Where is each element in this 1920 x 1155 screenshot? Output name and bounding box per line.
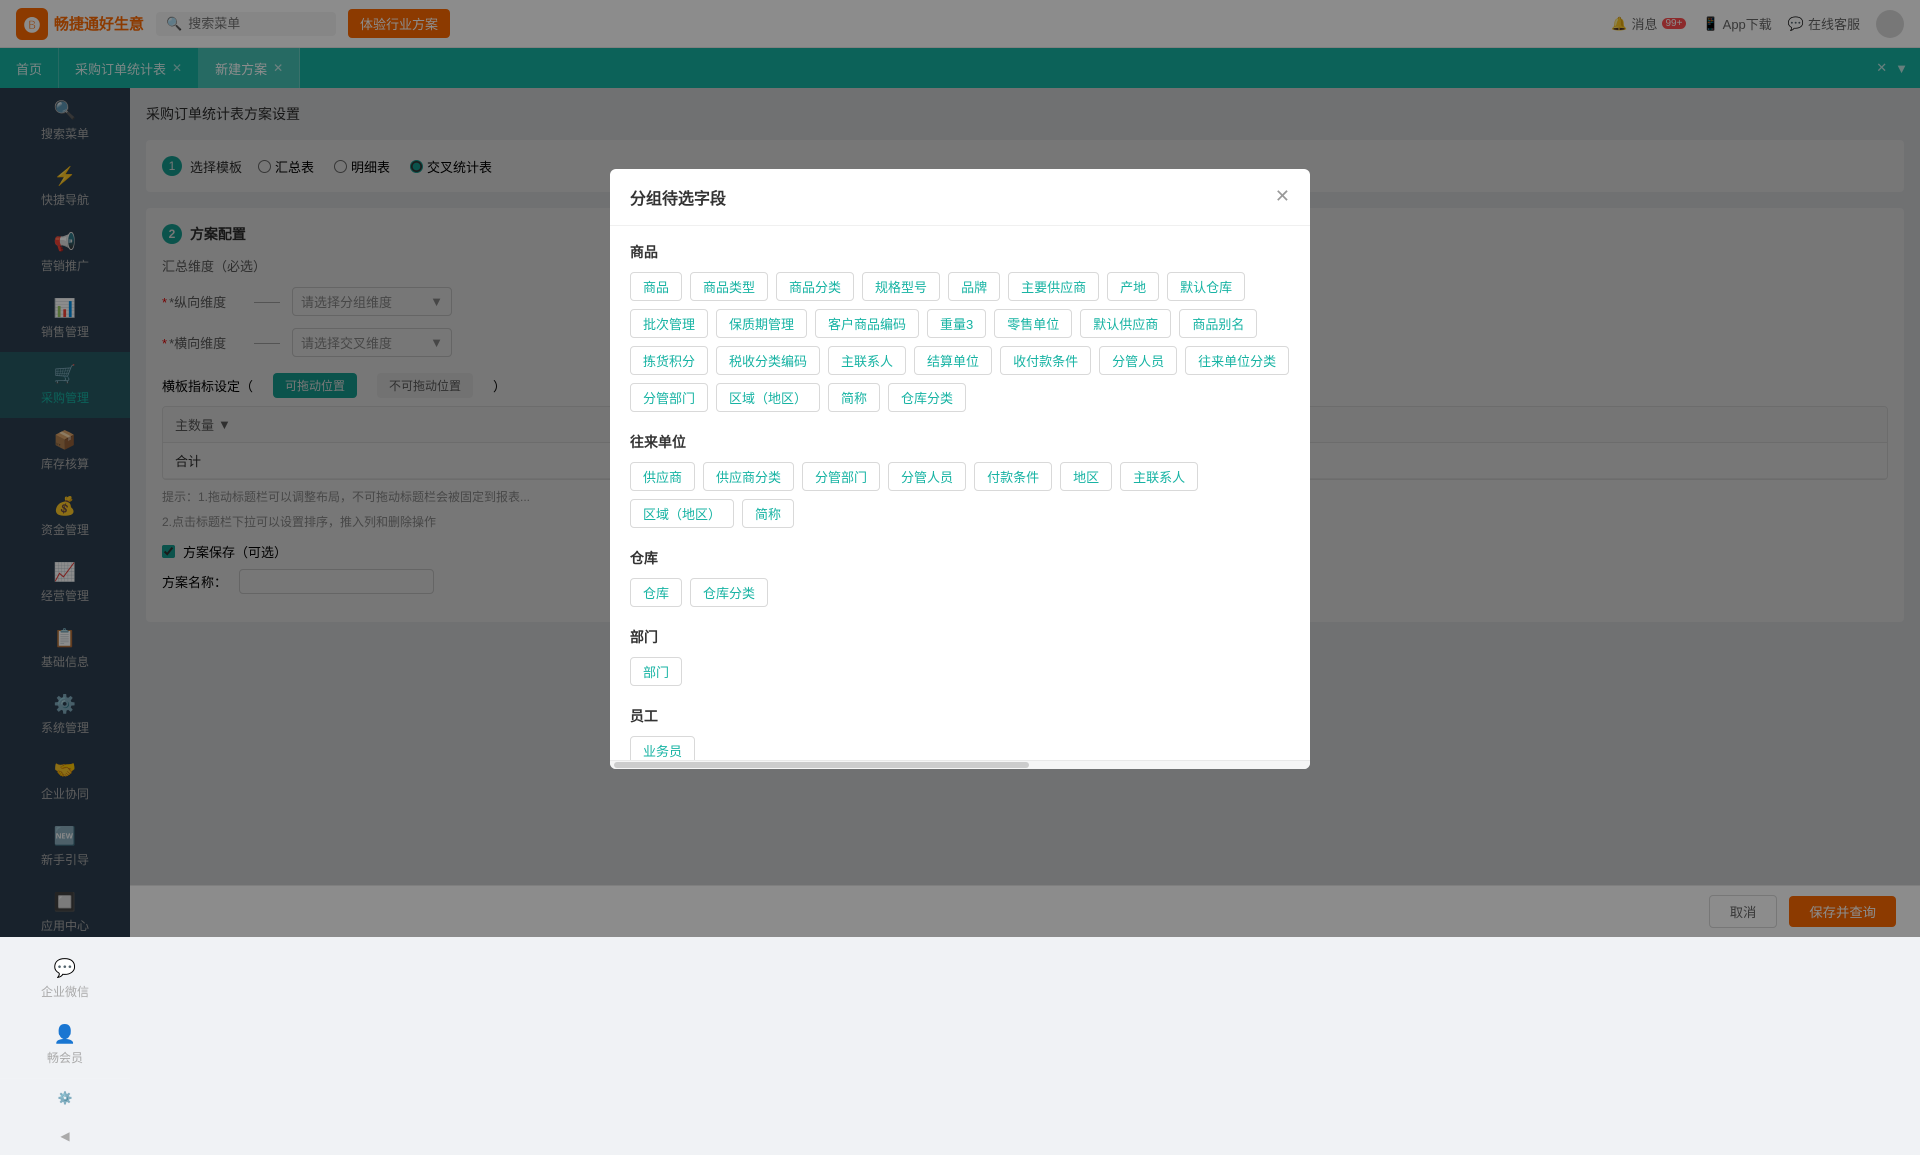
sidebar-collapse-btn[interactable]: ◀ (0, 1117, 130, 1155)
field-tag-0-23[interactable]: 区域（地区） (716, 383, 820, 412)
field-group-3: 部门部门 (630, 627, 1290, 686)
field-tag-0-19[interactable]: 收付款条件 (1000, 346, 1091, 375)
field-tag-2-1[interactable]: 仓库分类 (690, 578, 768, 607)
modal: 分组待选字段 ✕ 商品商品商品类型商品分类规格型号品牌主要供应商产地默认仓库批次… (610, 169, 1310, 769)
field-tags-1: 供应商供应商分类分管部门分管人员付款条件地区主联系人区域（地区） 简称 (630, 462, 1290, 528)
field-group-0: 商品商品商品类型商品分类规格型号品牌主要供应商产地默认仓库批次管理保质期管理客户… (630, 242, 1290, 412)
field-tag-0-5[interactable]: 主要供应商 (1008, 272, 1099, 301)
field-group-title-0: 商品 (630, 242, 1290, 262)
field-tag-1-7[interactable]: 区域（地区） (630, 499, 734, 528)
sidebar-item-wechat-label: 企业微信 (41, 983, 89, 1000)
field-tag-0-11[interactable]: 重量3 (927, 309, 986, 338)
field-group-title-3: 部门 (630, 627, 1290, 647)
field-tag-0-14[interactable]: 商品别名 (1179, 309, 1257, 338)
field-group-1: 往来单位供应商供应商分类分管部门分管人员付款条件地区主联系人区域（地区） 简称 (630, 432, 1290, 528)
field-tag-0-8[interactable]: 批次管理 (630, 309, 708, 338)
field-tag-1-1[interactable]: 供应商分类 (703, 462, 794, 491)
field-group-4: 员工业务员 (630, 706, 1290, 761)
field-tag-0-16[interactable]: 税收分类编码 (716, 346, 820, 375)
field-tag-0-20[interactable]: 分管人员 (1099, 346, 1177, 375)
wechat-icon: 💬 (54, 958, 76, 979)
field-tag-1-6[interactable]: 主联系人 (1120, 462, 1198, 491)
field-tag-1-5[interactable]: 地区 (1060, 462, 1112, 491)
field-tags-0: 商品商品类型商品分类规格型号品牌主要供应商产地默认仓库批次管理保质期管理客户商品… (630, 272, 1290, 412)
field-tag-0-4[interactable]: 品牌 (948, 272, 1000, 301)
field-tags-2: 仓库仓库分类 (630, 578, 1290, 607)
field-tag-1-0[interactable]: 供应商 (630, 462, 695, 491)
modal-header: 分组待选字段 ✕ (610, 169, 1310, 226)
modal-horizontal-scrollbar[interactable] (610, 760, 1310, 768)
modal-title: 分组待选字段 (630, 185, 726, 209)
field-tag-3-0[interactable]: 部门 (630, 657, 682, 686)
field-tag-0-21[interactable]: 往来单位分类 (1185, 346, 1289, 375)
field-tags-3: 部门 (630, 657, 1290, 686)
field-tag-0-12[interactable]: 零售单位 (994, 309, 1072, 338)
field-group-title-4: 员工 (630, 706, 1290, 726)
field-tag-0-18[interactable]: 结算单位 (914, 346, 992, 375)
field-tag-0-13[interactable]: 默认供应商 (1080, 309, 1171, 338)
sidebar-settings-btn[interactable]: ⚙️ (0, 1079, 130, 1117)
field-group-2: 仓库仓库仓库分类 (630, 548, 1290, 607)
field-tag-0-2[interactable]: 商品分类 (776, 272, 854, 301)
hscroll-thumb[interactable] (614, 762, 1029, 768)
field-tag-1-3[interactable]: 分管人员 (888, 462, 966, 491)
field-tag-1-2[interactable]: 分管部门 (802, 462, 880, 491)
field-tag-0-9[interactable]: 保质期管理 (716, 309, 807, 338)
field-tag-1-8[interactable]: 简称 (742, 499, 794, 528)
sidebar-bottom: ⚙️ ◀ (0, 1078, 130, 1155)
member-icon: 👤 (54, 1024, 76, 1045)
modal-overlay: 分组待选字段 ✕ 商品商品商品类型商品分类规格型号品牌主要供应商产地默认仓库批次… (0, 0, 1920, 937)
field-group-title-2: 仓库 (630, 548, 1290, 568)
field-tag-0-1[interactable]: 商品类型 (690, 272, 768, 301)
field-tag-0-17[interactable]: 主联系人 (828, 346, 906, 375)
field-tag-0-22[interactable]: 分管部门 (630, 383, 708, 412)
field-tag-0-6[interactable]: 产地 (1107, 272, 1159, 301)
field-tag-0-10[interactable]: 客户商品编码 (815, 309, 919, 338)
sidebar-item-member-label: 畅会员 (47, 1049, 83, 1066)
collapse-icon: ◀ (60, 1129, 69, 1143)
field-tag-0-25[interactable]: 仓库分类 (888, 383, 966, 412)
modal-body: 商品商品商品类型商品分类规格型号品牌主要供应商产地默认仓库批次管理保质期管理客户… (610, 226, 1310, 761)
field-tag-4-0[interactable]: 业务员 (630, 736, 695, 761)
field-tag-1-4[interactable]: 付款条件 (974, 462, 1052, 491)
field-group-title-1: 往来单位 (630, 432, 1290, 452)
field-tags-4: 业务员 (630, 736, 1290, 761)
sidebar-item-member[interactable]: 👤 畅会员 (0, 1012, 130, 1078)
field-tag-0-15[interactable]: 拣货积分 (630, 346, 708, 375)
field-tag-2-0[interactable]: 仓库 (630, 578, 682, 607)
settings-icon: ⚙️ (58, 1091, 73, 1105)
field-tag-0-24[interactable]: 简称 (828, 383, 880, 412)
modal-close-button[interactable]: ✕ (1275, 186, 1290, 207)
field-tag-0-7[interactable]: 默认仓库 (1167, 272, 1245, 301)
field-tag-0-0[interactable]: 商品 (630, 272, 682, 301)
field-tag-0-3[interactable]: 规格型号 (862, 272, 940, 301)
sidebar-item-wechat[interactable]: 💬 企业微信 (0, 946, 130, 1012)
